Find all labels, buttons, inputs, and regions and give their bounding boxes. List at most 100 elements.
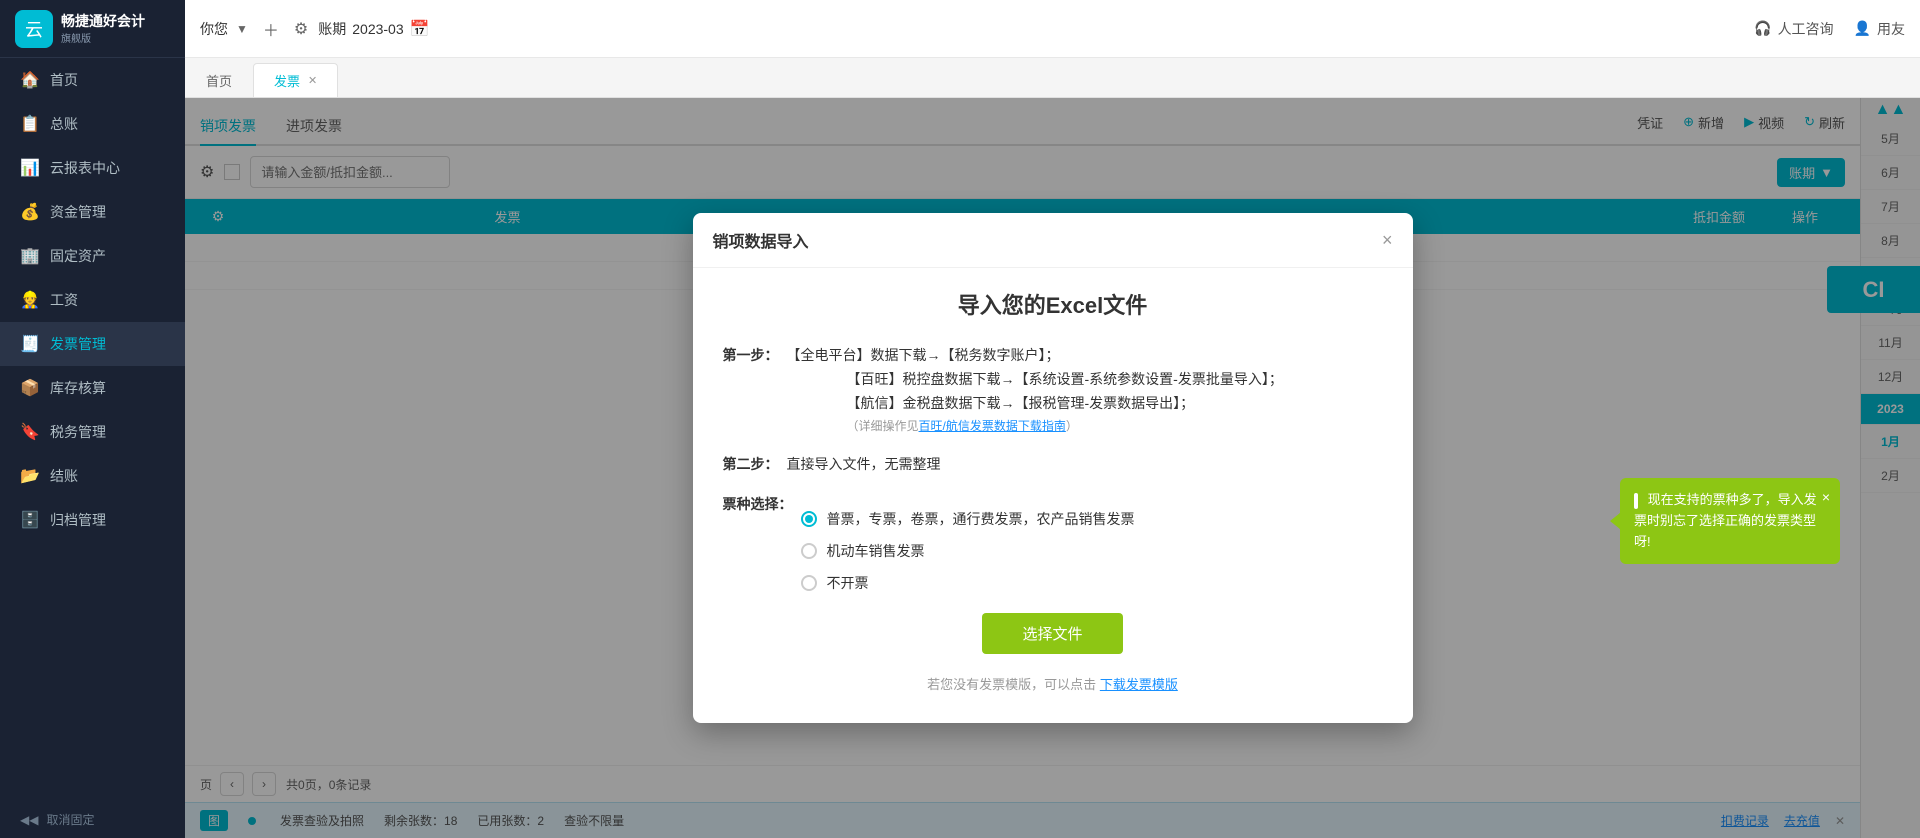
step2-label: 第二步： xyxy=(723,454,779,474)
account-selector[interactable]: 你您 ▼ xyxy=(200,19,248,39)
step1-label: 第一步： xyxy=(723,345,779,365)
sidebar-item-label: 结账 xyxy=(50,466,78,486)
calendar-icon: 📅 xyxy=(410,19,430,39)
sidebar-item-label: 税务管理 xyxy=(50,422,106,442)
radio-motor-label: 机动车销售发票 xyxy=(827,541,925,561)
cloud-report-icon: 📊 xyxy=(20,158,40,178)
fixed-assets-icon: 🏢 xyxy=(20,246,40,266)
add-button[interactable]: ＋ xyxy=(263,17,279,41)
sidebar-item-fixed-assets[interactable]: 🏢 固定资产 xyxy=(0,234,185,278)
content-area: 销项发票 进项发票 凭证 ⊕ 新增 ▶ 视频 xyxy=(185,98,1920,838)
topbar-right: 🎧 人工咨询 👤 用友 xyxy=(1754,19,1905,39)
fund-icon: 💰 xyxy=(20,202,40,222)
sidebar-item-invoice[interactable]: 🧾 发票管理 xyxy=(0,322,185,366)
download-link[interactable]: 下载发票模版 xyxy=(1100,677,1178,692)
tab-invoice-close[interactable]: ✕ xyxy=(308,74,317,87)
logo-sub: 旗舰版 xyxy=(61,30,145,45)
download-hint: 若您没有发票模版，可以点击 xyxy=(927,677,1096,692)
radio-no-invoice-btn[interactable] xyxy=(801,575,817,591)
account-arrow-icon: ▼ xyxy=(236,22,248,36)
dialog-close-btn[interactable]: × xyxy=(1382,230,1393,251)
sidebar-item-label: 首页 xyxy=(50,70,78,90)
user-icon: 👤 xyxy=(1854,20,1871,37)
period-selector[interactable]: 账期 2023-03 📅 xyxy=(318,19,429,39)
radio-normal-btn[interactable] xyxy=(801,511,817,527)
dialog-body: 导入您的Excel文件 第一步： 【全电平台】数据下载→【税务数字账户】； 【百… xyxy=(693,268,1413,723)
dialog-title: 销项数据导入 xyxy=(713,228,809,252)
sidebar-logo: 云 畅捷通好会计 旗舰版 xyxy=(0,0,185,58)
archive-icon: 🗄️ xyxy=(20,510,40,530)
select-file-btn[interactable]: 选择文件 xyxy=(982,613,1122,654)
sidebar-item-inventory[interactable]: 📦 库存核算 xyxy=(0,366,185,410)
radio-motor[interactable]: 机动车销售发票 xyxy=(801,541,1135,561)
radio-group: 普票，专票，卷票，通行费发票，农产品销售发票 机动车销售发票 不开票 xyxy=(801,509,1135,593)
radio-motor-btn[interactable] xyxy=(801,543,817,559)
sidebar-item-label: 云报表中心 xyxy=(50,158,120,178)
tab-invoice-label: 发票 xyxy=(274,71,300,90)
sidebar-item-payroll[interactable]: 👷 工资 xyxy=(0,278,185,322)
radio-normal-label: 普票，专票，卷票，通行费发票，农产品销售发票 xyxy=(827,509,1135,529)
consulting-button[interactable]: 🎧 人工咨询 xyxy=(1754,19,1833,39)
sidebar-item-cloud-report[interactable]: 📊 云报表中心 xyxy=(0,146,185,190)
invoice-icon: 🧾 xyxy=(20,334,40,354)
tooltip-bubble: 现在支持的票种多了，导入发票时别忘了选择正确的发票类型呀! × xyxy=(1620,478,1840,564)
step1-line1: 【全电平台】数据下载→【税务数字账户】； xyxy=(787,345,1283,365)
period-value: 2023-03 xyxy=(352,21,403,37)
sidebar: 云 畅捷通好会计 旗舰版 🏠 首页 📋 总账 📊 云报表中心 💰 资金管 xyxy=(0,0,185,838)
tabbar: 首页 发票 ✕ xyxy=(185,58,1920,98)
radio-no-invoice[interactable]: 不开票 xyxy=(801,573,1135,593)
sidebar-item-label: 发票管理 xyxy=(50,334,106,354)
step-1: 第一步： 【全电平台】数据下载→【税务数字账户】； 【百旺】税控盘数据下载→【系… xyxy=(723,345,1383,434)
settings-button[interactable]: ⚙ xyxy=(294,19,308,39)
import-title: 导入您的Excel文件 xyxy=(723,288,1383,320)
sidebar-nav: 🏠 首页 📋 总账 📊 云报表中心 💰 资金管理 🏢 固定资产 👷 工资 xyxy=(0,58,185,801)
tab-home[interactable]: 首页 xyxy=(185,63,253,97)
sidebar-item-label: 归档管理 xyxy=(50,510,106,530)
sidebar-item-label: 工资 xyxy=(50,290,78,310)
step1-content: 【全电平台】数据下载→【税务数字账户】； 【百旺】税控盘数据下载→【系统设置-系… xyxy=(787,345,1283,434)
tooltip-arrow xyxy=(1610,513,1620,529)
step1-line3: 【航信】金税盘数据下载→【报税管理-发票数据导出】； xyxy=(847,393,1283,413)
sidebar-item-label: 固定资产 xyxy=(50,246,106,266)
period-label: 账期 xyxy=(318,19,346,39)
sidebar-item-home[interactable]: 🏠 首页 xyxy=(0,58,185,102)
tooltip-close-btn[interactable]: × xyxy=(1822,486,1830,508)
radio-normal[interactable]: 普票，专票，卷票，通行费发票，农产品销售发票 xyxy=(801,509,1135,529)
user-menu[interactable]: 👤 用友 xyxy=(1854,19,1905,39)
logo-text: 畅捷通好会计 xyxy=(61,12,145,30)
sidebar-bottom[interactable]: ◀◀ 取消固定 xyxy=(0,801,185,838)
logo-icon: 云 xyxy=(15,10,53,48)
tab-invoice[interactable]: 发票 ✕ xyxy=(253,63,338,97)
step-2: 第二步： 直接导入文件，无需整理 xyxy=(723,454,1383,474)
tooltip-text: 现在支持的票种多了，导入发票时别忘了选择正确的发票类型呀! xyxy=(1634,492,1817,549)
sidebar-item-label: 总账 xyxy=(50,114,78,134)
step2-row: 第二步： 直接导入文件，无需整理 xyxy=(723,454,1383,474)
tab-home-label: 首页 xyxy=(206,71,232,90)
sidebar-item-ledger[interactable]: 📋 总账 xyxy=(0,102,185,146)
guide-link[interactable]: 百旺/航信发票数据下载指南 xyxy=(919,419,1066,433)
sidebar-item-fund[interactable]: 💰 资金管理 xyxy=(0,190,185,234)
ticket-label: 票种选择： xyxy=(723,494,793,514)
account-name: 你您 xyxy=(200,19,228,39)
step1-note: （详细操作见 xyxy=(847,419,919,433)
dialog-header: 销项数据导入 × xyxy=(693,213,1413,268)
dialog-overlay: 销项数据导入 × 导入您的Excel文件 第一步： 【全电平台】数据下载→【税务… xyxy=(185,98,1920,838)
sidebar-item-settle[interactable]: 📂 结账 xyxy=(0,454,185,498)
sidebar-item-archive[interactable]: 🗄️ 归档管理 xyxy=(0,498,185,542)
sidebar-item-label: 库存核算 xyxy=(50,378,106,398)
unpin-icon: ◀◀ xyxy=(20,813,38,827)
radio-no-invoice-label: 不开票 xyxy=(827,573,869,593)
ticket-row: 票种选择： 普票，专票，卷票，通行费发票，农产品销售发票 机动车销售发票 xyxy=(723,494,1383,593)
sidebar-item-label: 资金管理 xyxy=(50,202,106,222)
tax-icon: 🔖 xyxy=(20,422,40,442)
ticket-type-section: 票种选择： 普票，专票，卷票，通行费发票，农产品销售发票 机动车销售发票 xyxy=(723,494,1383,593)
sidebar-bottom-label: 取消固定 xyxy=(46,811,94,828)
sidebar-item-tax[interactable]: 🔖 税务管理 xyxy=(0,410,185,454)
payroll-icon: 👷 xyxy=(20,290,40,310)
download-template: 若您没有发票模版，可以点击 下载发票模版 xyxy=(723,674,1383,693)
step1-link-row: （详细操作见百旺/航信发票数据下载指南） xyxy=(847,417,1283,434)
inventory-icon: 📦 xyxy=(20,378,40,398)
step1-row: 第一步： 【全电平台】数据下载→【税务数字账户】； 【百旺】税控盘数据下载→【系… xyxy=(723,345,1383,434)
tooltip-dot-icon xyxy=(1634,493,1638,509)
topbar-actions: ＋ ⚙ xyxy=(263,17,308,41)
